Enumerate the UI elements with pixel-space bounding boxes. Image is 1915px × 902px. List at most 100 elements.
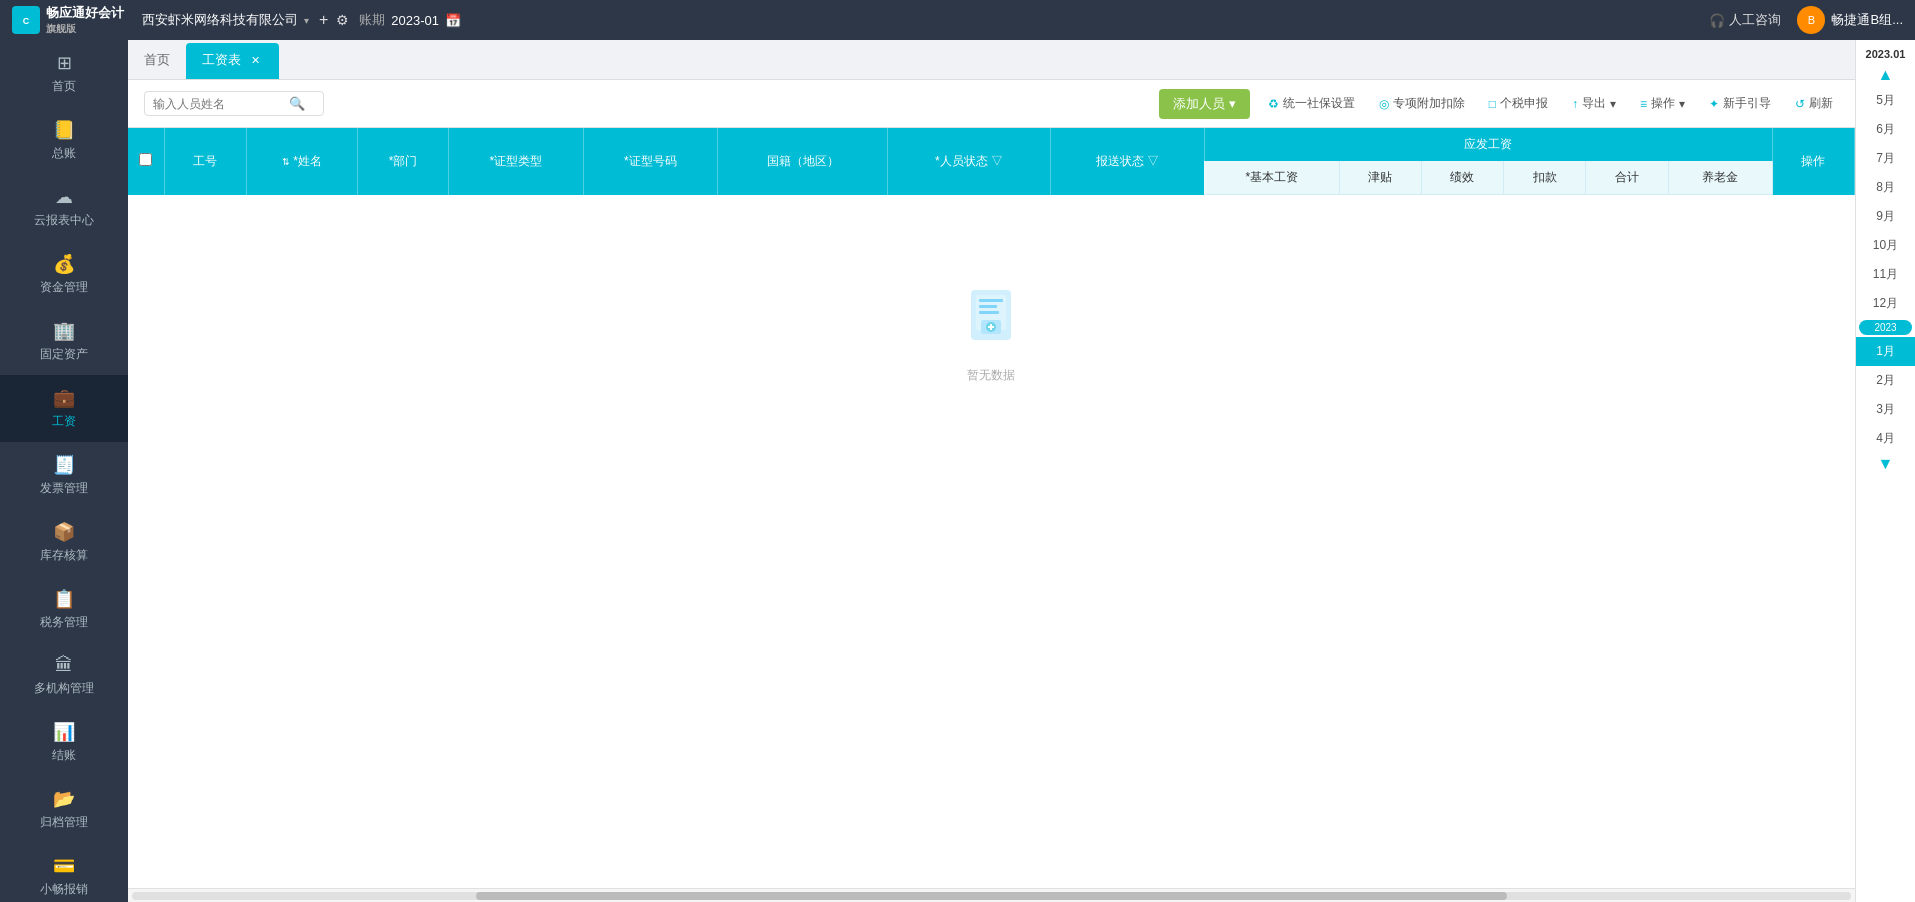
tab-payroll[interactable]: 工资表 ✕ (186, 43, 279, 79)
th-person-status: *人员状态 ▽ (888, 128, 1051, 195)
sidebar-item-archive[interactable]: 📂 归档管理 (0, 776, 128, 843)
date-month-10[interactable]: 10月 (1856, 231, 1915, 260)
th-base-wage: *基本工资 (1204, 161, 1339, 195)
date-month-7[interactable]: 7月 (1856, 144, 1915, 173)
sidebar-item-home[interactable]: ⊞ 首页 (0, 40, 128, 107)
export-label: 导出 (1582, 95, 1606, 112)
date-month-8[interactable]: 8月 (1856, 173, 1915, 202)
th-payroll-group: 应发工资 (1204, 128, 1772, 161)
svg-rect-5 (979, 305, 997, 308)
user-info[interactable]: B 畅捷通B组... (1797, 6, 1903, 34)
multi-org-icon: 🏛 (55, 655, 73, 676)
guide-action-btn[interactable]: ✦ 新手引导 (1703, 91, 1777, 116)
scroll-thumb[interactable] (476, 892, 1507, 900)
add-person-button[interactable]: 添加人员 ▾ (1159, 89, 1250, 119)
date-month-4[interactable]: 4月 (1856, 424, 1915, 453)
customer-service-btn[interactable]: 🎧 人工咨询 (1709, 11, 1781, 29)
refresh-label: 刷新 (1809, 95, 1833, 112)
guide-action-icon: ✦ (1709, 97, 1719, 111)
date-month-12[interactable]: 12月 (1856, 289, 1915, 318)
special-deduction-icon: ◎ (1379, 97, 1389, 111)
date-nav-up[interactable]: ▲ (1876, 64, 1896, 86)
date-month-3[interactable]: 3月 (1856, 395, 1915, 424)
date-month-9[interactable]: 9月 (1856, 202, 1915, 231)
th-nationality: 国籍（地区） (718, 128, 888, 195)
app-title: 畅应通好会计 (46, 4, 124, 22)
date-month-11[interactable]: 11月 (1856, 260, 1915, 289)
sidebar-item-multi-org[interactable]: 🏛 多机构管理 (0, 643, 128, 709)
tab-payroll-close[interactable]: ✕ (247, 52, 263, 68)
date-month-2[interactable]: 2月 (1856, 366, 1915, 395)
empty-state: 暂无数据 (128, 195, 1855, 464)
archive-icon: 📂 (53, 788, 75, 810)
report-status-filter-icon[interactable]: ▽ (1147, 154, 1159, 168)
scroll-track[interactable] (132, 892, 1851, 900)
date-month-6[interactable]: 6月 (1856, 115, 1915, 144)
sidebar-label-inventory: 库存核算 (40, 547, 88, 564)
app-subtitle: 旗舰版 (46, 22, 124, 36)
person-status-filter-icon[interactable]: ▽ (991, 154, 1003, 168)
logo-area: C 畅应通好会计 旗舰版 (12, 4, 132, 36)
add-icon[interactable]: + (319, 11, 328, 29)
ledger-icon: 📒 (53, 119, 75, 141)
sidebar-item-cloud-report[interactable]: ☁ 云报表中心 (0, 174, 128, 241)
th-deduction: 扣款 (1504, 161, 1586, 195)
date-month-5[interactable]: 5月 (1856, 86, 1915, 115)
topbar-icons: + ⚙ (319, 11, 349, 29)
empty-state-icon (951, 275, 1031, 355)
th-total: 合计 (1586, 161, 1668, 195)
export-btn[interactable]: ↑ 导出 ▾ (1566, 91, 1622, 116)
tab-bar: 首页 工资表 ✕ (128, 40, 1855, 80)
date-year-badge: 2023 (1859, 320, 1912, 335)
sidebar-item-invoice[interactable]: 🧾 发票管理 (0, 442, 128, 509)
date-nav-down[interactable]: ▼ (1876, 453, 1896, 475)
sidebar-item-inventory[interactable]: 📦 库存核算 (0, 509, 128, 576)
social-security-btn[interactable]: ♻ 统一社保设置 (1262, 91, 1361, 116)
sidebar-label-assets: 固定资产 (40, 346, 88, 363)
special-deduction-btn[interactable]: ◎ 专项附加扣除 (1373, 91, 1471, 116)
period-value: 2023-01 (391, 13, 439, 28)
settings-icon[interactable]: ⚙ (336, 12, 349, 28)
search-icon: 🔍 (289, 96, 305, 111)
operations-dropdown-icon: ▾ (1679, 97, 1685, 111)
operations-icon: ≡ (1640, 97, 1647, 111)
sidebar-label-payroll: 工资 (52, 413, 76, 430)
company-selector[interactable]: 西安虾米网络科技有限公司 ▾ (142, 11, 309, 29)
sidebar-item-fund[interactable]: 💰 资金管理 (0, 241, 128, 308)
sidebar-item-payroll[interactable]: 💼 工资 (0, 375, 128, 442)
th-pension: 养老金 (1668, 161, 1772, 195)
tab-home[interactable]: 首页 (128, 43, 186, 79)
select-all-checkbox[interactable] (139, 153, 152, 166)
period-area: 账期 2023-01 📅 (359, 11, 461, 29)
invoice-icon: 🧾 (53, 454, 75, 476)
company-chevron-icon: ▾ (304, 15, 309, 26)
calendar-icon[interactable]: 📅 (445, 13, 461, 28)
sidebar-item-assets[interactable]: 🏢 固定资产 (0, 308, 128, 375)
svg-rect-4 (979, 299, 1003, 302)
user-avatar: B (1797, 6, 1825, 34)
export-icon: ↑ (1572, 97, 1578, 111)
sidebar-item-ledger[interactable]: 📒 总账 (0, 107, 128, 174)
sidebar-label-multi-org: 多机构管理 (34, 680, 94, 697)
sidebar-item-close[interactable]: 📊 结账 (0, 709, 128, 776)
th-checkbox (128, 128, 164, 195)
toolbar: 🔍 添加人员 ▾ ♻ 统一社保设置 ◎ 专项附加扣除 □ 个税申报 (128, 80, 1855, 128)
toolbar-right: 添加人员 ▾ ♻ 统一社保设置 ◎ 专项附加扣除 □ 个税申报 ↑ (1159, 89, 1839, 119)
empty-text: 暂无数据 (967, 367, 1015, 384)
sidebar-label-ledger: 总账 (52, 145, 76, 162)
logo-icon: C (12, 6, 40, 34)
operations-btn[interactable]: ≡ 操作 ▾ (1634, 91, 1691, 116)
special-deduction-label: 专项附加扣除 (1393, 95, 1465, 112)
topbar-right: 🎧 人工咨询 B 畅捷通B组... (1709, 6, 1903, 34)
period-label: 账期 (359, 11, 385, 29)
date-month-1[interactable]: 1月 (1856, 337, 1915, 366)
sidebar-item-expense[interactable]: 💳 小畅报销 (0, 843, 128, 902)
th-dept: *部门 (358, 128, 449, 195)
social-security-icon: ♻ (1268, 97, 1279, 111)
refresh-btn[interactable]: ↺ 刷新 (1789, 91, 1839, 116)
search-input[interactable] (153, 97, 283, 111)
customer-service-label: 人工咨询 (1729, 11, 1781, 29)
sidebar-label-home: 首页 (52, 78, 76, 95)
sidebar-item-tax[interactable]: 📋 税务管理 (0, 576, 128, 643)
tax-return-btn[interactable]: □ 个税申报 (1483, 91, 1554, 116)
